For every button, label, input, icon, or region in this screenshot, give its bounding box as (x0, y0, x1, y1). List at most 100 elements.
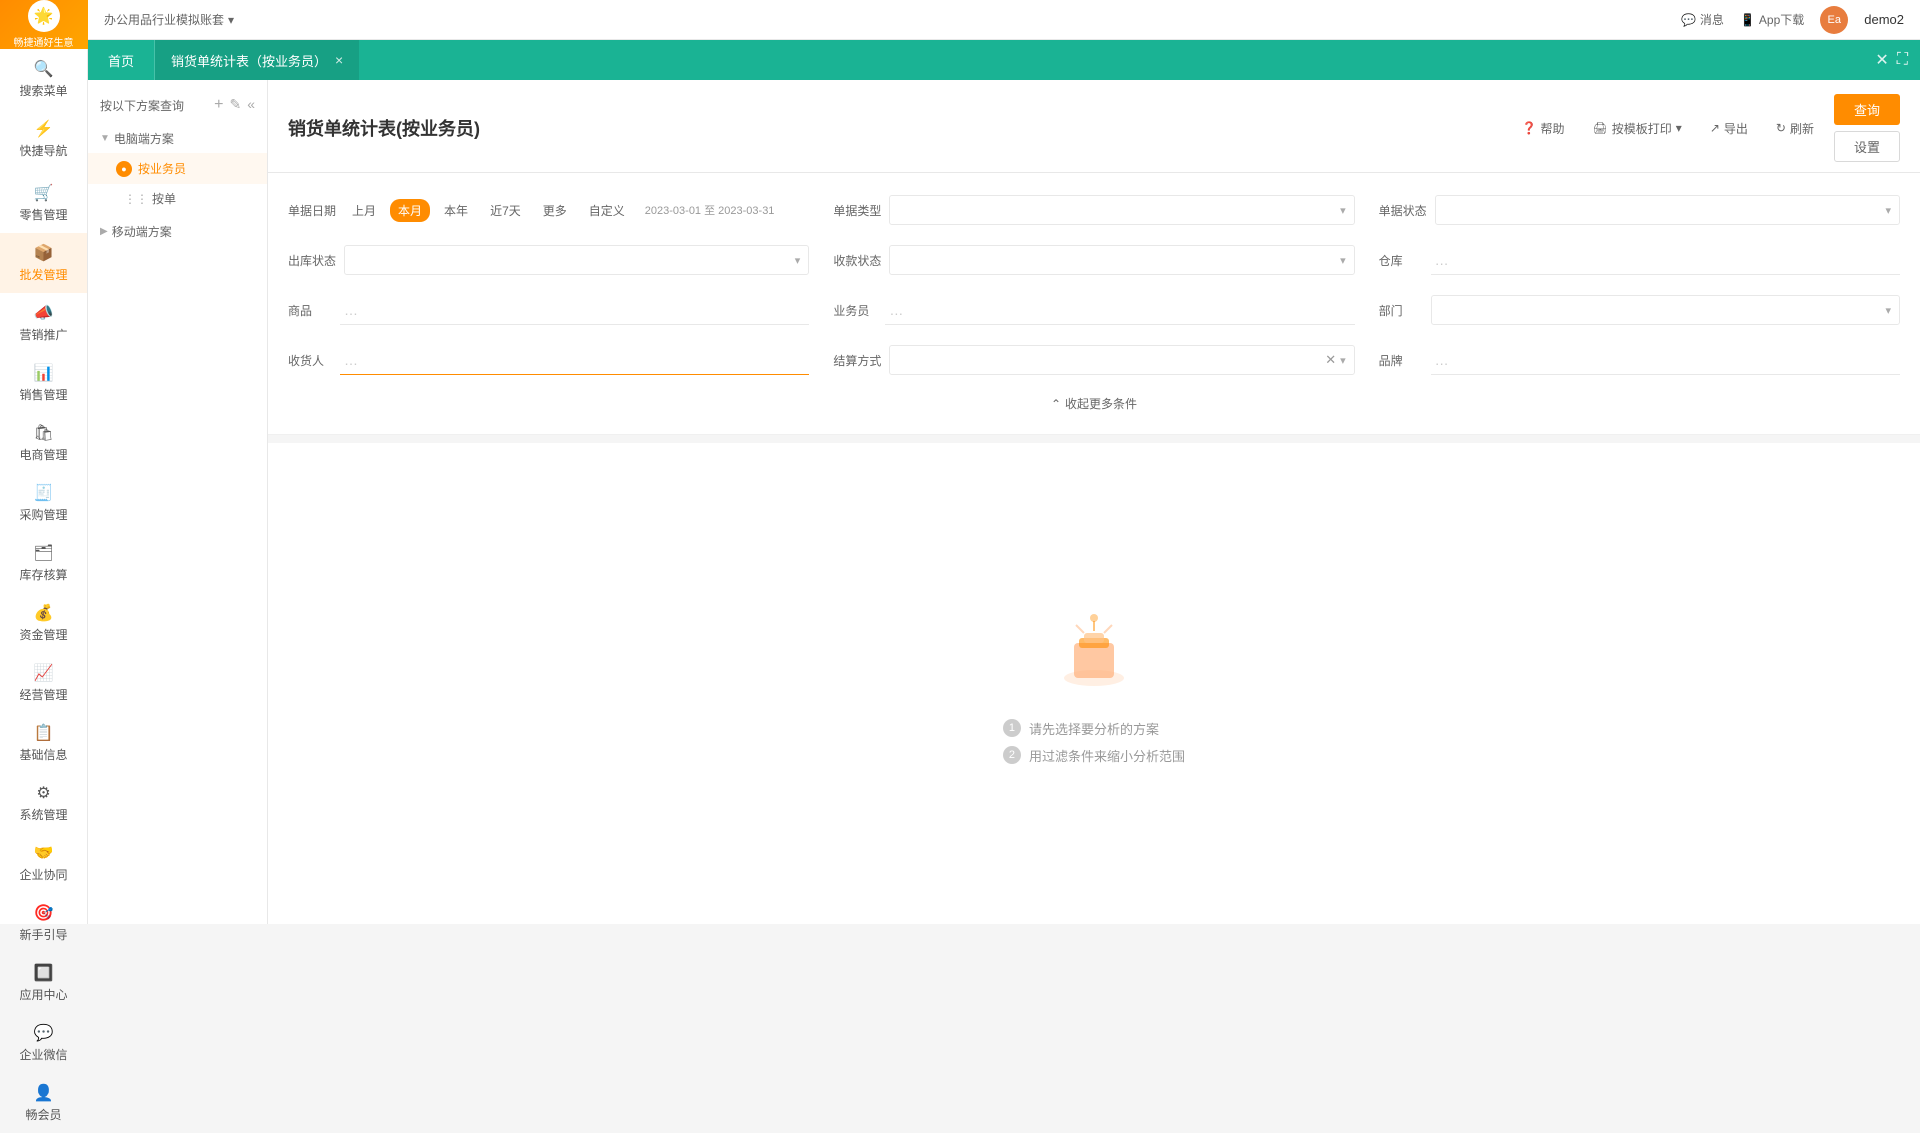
recipient-dots[interactable]: … (344, 352, 358, 368)
print-icon: 🖨 (1593, 121, 1608, 135)
page-actions: ❓ 帮助 🖨 按模板打印 ▾ ↗ 导出 ↻ 刷新 (1514, 94, 1900, 162)
collectstatus-select[interactable]: ▾ (889, 245, 1354, 275)
empty-tip-1: 1 请先选择要分析的方案 (1003, 719, 1185, 738)
recipient-input[interactable]: … (340, 345, 809, 375)
mobile-section-label: 移动端方案 (112, 223, 172, 240)
brand-label: 品牌 (1379, 352, 1423, 369)
collapse-panel-btn[interactable]: « (247, 96, 255, 114)
settle-clear-btn[interactable]: ✕ (1325, 352, 1336, 368)
right-content: 销货单统计表(按业务员) ❓ 帮助 🖨 按模板打印 ▾ ↗ 导出 (268, 80, 1920, 924)
sidebar-item-wholesale[interactable]: 📦 批发管理 (0, 233, 87, 293)
filter-row-3: 商品 … 业务员 … 部门 (288, 285, 1900, 335)
sidebar-item-label: 企业微信 (19, 1046, 67, 1063)
edit-scheme-btn[interactable]: ✎ (229, 96, 241, 114)
avatar[interactable]: Ea (1820, 6, 1848, 34)
tab-close-window[interactable]: ✕ (1875, 50, 1888, 70)
refresh-icon: ↻ (1776, 121, 1786, 135)
app-download-btn[interactable]: 📱 App下载 (1740, 11, 1804, 28)
date-more[interactable]: 更多 (535, 199, 575, 222)
workspace-selector[interactable]: 办公用品行业模拟账套 ▾ (104, 11, 234, 28)
sidebar-item-retail[interactable]: 🛒 零售管理 (0, 173, 87, 233)
date-this-year[interactable]: 本年 (436, 199, 476, 222)
tab-home[interactable]: 首页 (88, 40, 155, 80)
sidebar-item-ecommerce[interactable]: 🛍 电商管理 (0, 413, 87, 473)
message-label: 消息 (1700, 11, 1724, 28)
sidebar-item-label: 营销推广 (19, 326, 67, 343)
product-input[interactable]: … (340, 295, 809, 325)
refresh-label: 刷新 (1790, 120, 1814, 137)
tip-num-2: 2 (1003, 746, 1021, 764)
sidebar-item-search[interactable]: 🔍 搜索菜单 (0, 49, 87, 109)
sidebar-item-operations[interactable]: 📈 经营管理 (0, 653, 87, 713)
sidebar-item-guide[interactable]: 🎯 新手引导 (0, 893, 87, 953)
sidebar: 🌟 畅捷通好生意 🔍 搜索菜单 ⚡ 快捷导航 🛒 零售管理 📦 批发管理 📣 营… (0, 0, 88, 924)
print-btn[interactable]: 🖨 按模板打印 ▾ (1585, 116, 1690, 141)
dropdown-icon: ▾ (228, 13, 234, 27)
message-btn[interactable]: 💬 消息 (1681, 11, 1724, 28)
help-btn[interactable]: ❓ 帮助 (1514, 116, 1573, 141)
left-panel-title: 按以下方案查询 (100, 97, 184, 114)
sidebar-item-member[interactable]: 👤 畅会员 (0, 1073, 87, 1133)
sidebar-item-appcenter[interactable]: 🔲 应用中心 (0, 953, 87, 1013)
brand-input[interactable]: … (1431, 345, 1900, 375)
username[interactable]: demo2 (1864, 12, 1904, 27)
sidebar-item-system[interactable]: ⚙ 系统管理 (0, 773, 87, 833)
salesperson-input[interactable]: … (885, 295, 1354, 325)
scheme-item-order[interactable]: ⋮⋮ 按单 (88, 184, 267, 213)
warehouse-dots[interactable]: … (1435, 252, 1449, 268)
date-last-month[interactable]: 上月 (344, 199, 384, 222)
outstatus-select[interactable]: ▾ (344, 245, 809, 275)
date-this-month[interactable]: 本月 (390, 199, 430, 222)
settings-btn[interactable]: 设置 (1834, 131, 1900, 162)
warehouse-input[interactable]: … (1431, 245, 1900, 275)
collapse-btn[interactable]: ⌃ 收起更多条件 (1039, 389, 1149, 418)
sidebar-item-marketing[interactable]: 📣 营销推广 (0, 293, 87, 353)
topbar: 办公用品行业模拟账套 ▾ 💬 消息 📱 App下载 Ea demo2 (88, 0, 1920, 40)
app-logo[interactable]: 🌟 畅捷通好生意 (0, 0, 88, 49)
sidebar-item-label: 应用中心 (19, 986, 67, 1003)
help-icon: ❓ (1522, 121, 1537, 135)
wework-icon: 💬 (34, 1023, 54, 1043)
tab-expand-btn[interactable]: ⛶ (1897, 51, 1908, 69)
sidebar-item-finance[interactable]: 💰 资金管理 (0, 593, 87, 653)
settle-arrow: ▾ (1340, 354, 1346, 367)
filter-date-cell: 单据日期 上月 本月 本年 近7天 更多 自定义 2023-03-01 至 20… (288, 195, 809, 225)
filter-outstatus-cell: 出库状态 ▾ (288, 245, 809, 275)
pc-section-header[interactable]: ▼ 电脑端方案 (88, 124, 267, 153)
doctype-select[interactable]: ▾ (889, 195, 1354, 225)
section-arrow: ▼ (100, 133, 110, 144)
docstatus-select[interactable]: ▾ (1435, 195, 1900, 225)
tip-num-1: 1 (1003, 719, 1021, 737)
product-dots[interactable]: … (344, 302, 358, 318)
sidebar-item-collab[interactable]: 🤝 企业协同 (0, 833, 87, 893)
sidebar-item-wework[interactable]: 💬 企业微信 (0, 1013, 87, 1073)
sidebar-item-label: 销售管理 (19, 386, 67, 403)
purchase-icon: 🧾 (34, 483, 54, 503)
date-7days[interactable]: 近7天 (482, 199, 529, 222)
settle-select[interactable]: ✕ ▾ (889, 345, 1354, 375)
wholesale-icon: 📦 (34, 243, 54, 263)
date-custom[interactable]: 自定义 (581, 199, 633, 222)
tab-active[interactable]: 销货单统计表（按业务员） × (155, 40, 359, 80)
collab-icon: 🤝 (34, 843, 54, 863)
refresh-btn[interactable]: ↻ 刷新 (1768, 116, 1822, 141)
mobile-section-header[interactable]: ▶ 移动端方案 (88, 217, 267, 246)
collectstatus-label: 收款状态 (833, 252, 881, 269)
sidebar-item-basic[interactable]: 📋 基础信息 (0, 713, 87, 773)
sidebar-item-sales[interactable]: 📊 销售管理 (0, 353, 87, 413)
salesperson-label: 业务员 (833, 302, 877, 319)
scheme-item-salesperson[interactable]: ● 按业务员 (88, 153, 267, 184)
dept-select[interactable]: ▾ (1431, 295, 1900, 325)
tab-close-btn[interactable]: × (335, 52, 343, 68)
export-btn[interactable]: ↗ 导出 (1702, 116, 1756, 141)
tab-active-label: 销货单统计表（按业务员） (171, 51, 327, 70)
query-btn[interactable]: 查询 (1834, 94, 1900, 125)
sidebar-item-purchase[interactable]: 🧾 采购管理 (0, 473, 87, 533)
product-label: 商品 (288, 302, 332, 319)
sidebar-item-label: 批发管理 (19, 266, 67, 283)
salesperson-dots[interactable]: … (889, 302, 903, 318)
brand-dots[interactable]: … (1435, 352, 1449, 368)
sidebar-item-inventory[interactable]: 🗂 库存核算 (0, 533, 87, 593)
sidebar-item-quicknav[interactable]: ⚡ 快捷导航 (0, 109, 87, 169)
add-scheme-btn[interactable]: + (214, 96, 223, 114)
